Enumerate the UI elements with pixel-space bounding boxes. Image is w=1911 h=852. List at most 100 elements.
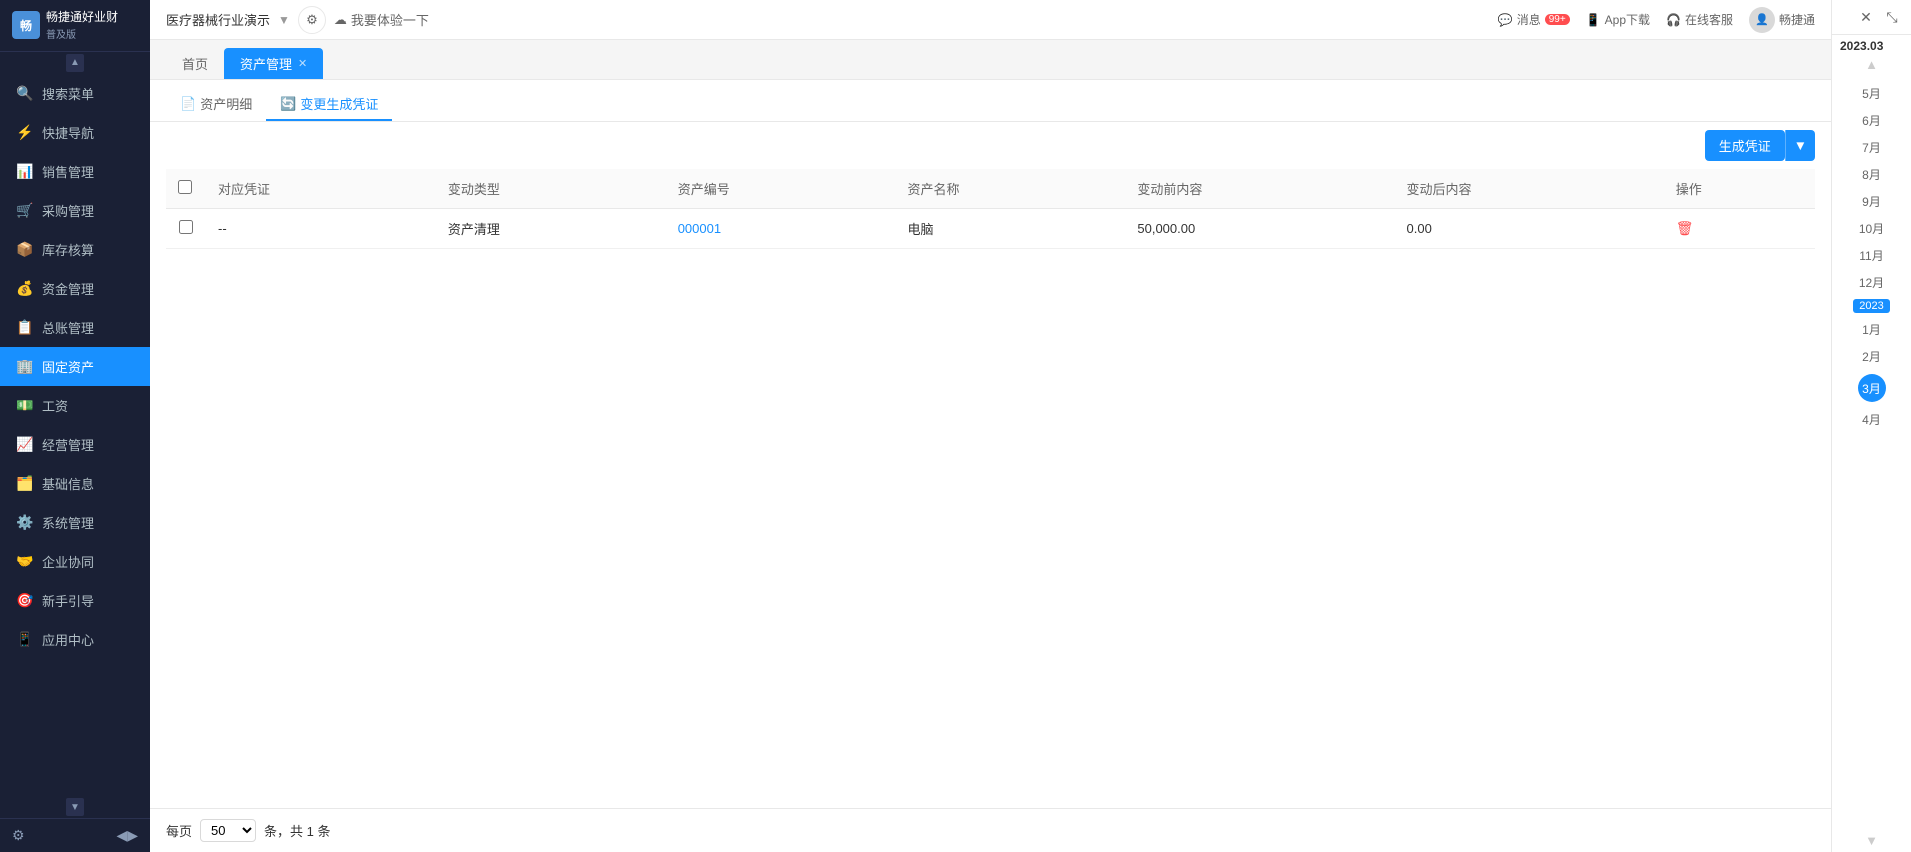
timeline-month[interactable]: 12月: [1832, 269, 1911, 296]
table-row: -- 资产清理 000001 电脑 50,000.00 0.00 🗑: [166, 209, 1815, 249]
sidebar: 畅 畅捷通好业财 普及版 ▲ 🔍 搜索菜单 ⚡ 快捷导航 📊 销售管理 🛒 采购…: [0, 0, 150, 852]
delete-row-btn-0[interactable]: 🗑: [1676, 220, 1694, 236]
logo-text-group: 畅捷通好业财 普及版: [46, 10, 118, 41]
sidebar-item-payroll[interactable]: 💵 工资: [0, 386, 150, 425]
online-service-btn[interactable]: 🎧 在线客服: [1666, 11, 1733, 28]
timeline-month[interactable]: 1月: [1832, 316, 1911, 343]
sidebar-item-app-center[interactable]: 📱 应用中心: [0, 620, 150, 659]
sidebar-label-operations: 经营管理: [42, 435, 94, 454]
sub-tab-asset-detail[interactable]: 📄资产明细: [166, 88, 266, 121]
sidebar-icon-fixed-assets: 🏢: [16, 357, 34, 375]
service-icon: 🎧: [1666, 13, 1681, 27]
timeline-month[interactable]: 11月: [1832, 242, 1911, 269]
per-page-select[interactable]: 102050100: [200, 819, 256, 842]
sidebar-icon-capital: 💰: [16, 279, 34, 297]
settings-button[interactable]: ⚙: [298, 6, 326, 34]
data-table-container: 对应凭证变动类型资产编号资产名称变动前内容变动后内容操作 -- 资产清理 000…: [150, 169, 1831, 808]
timeline-month[interactable]: 10月: [1832, 215, 1911, 242]
pagination-bar: 每页 102050100 条，共 1 条: [150, 808, 1831, 852]
tab-home[interactable]: 首页: [166, 48, 224, 79]
timeline-month[interactable]: 8月: [1832, 161, 1911, 188]
username: 畅捷通: [1779, 11, 1815, 28]
collapse-icon[interactable]: ◀▶: [116, 827, 138, 844]
sidebar-icon-purchase: 🛒: [16, 201, 34, 219]
sidebar-scroll-up[interactable]: ▲: [66, 54, 84, 72]
sidebar-item-system[interactable]: ⚙️ 系统管理: [0, 503, 150, 542]
sidebar-item-capital[interactable]: 💰 资金管理: [0, 269, 150, 308]
sidebar-label-fixed-assets: 固定资产: [42, 357, 94, 376]
close-panel-icon[interactable]: ✕: [1855, 6, 1877, 28]
col-header-after-change: 变动后内容: [1395, 169, 1664, 209]
sidebar-item-operations[interactable]: 📈 经营管理: [0, 425, 150, 464]
sub-tab-change-voucher[interactable]: 🔄变更生成凭证: [266, 88, 392, 121]
timeline-month[interactable]: 2月: [1832, 343, 1911, 370]
sidebar-label-system: 系统管理: [42, 513, 94, 532]
row-asset-name-0: 电脑: [896, 209, 1126, 249]
generate-voucher-button[interactable]: 生成凭证: [1705, 130, 1785, 161]
header-right: 💬 消息 99+ 📱 App下载 🎧 在线客服 👤 畅捷通: [1498, 7, 1815, 33]
timeline-year-label: 2023.03: [1832, 39, 1911, 53]
notifications-btn[interactable]: 💬 消息 99+: [1498, 11, 1570, 28]
timeline-month[interactable]: 9月: [1832, 188, 1911, 215]
row-after-change-0: 0.00: [1395, 209, 1664, 249]
settings-icon[interactable]: ⚙: [12, 827, 25, 844]
sub-tab-icon-change-voucher: 🔄: [280, 96, 296, 112]
timeline-panel: ✕ ⤡ 2023.03 ▲ 5月6月7月8月9月10月11月12月 2023 1月2…: [1831, 0, 1911, 852]
user-menu[interactable]: 👤 畅捷通: [1749, 7, 1815, 33]
notifications-badge: 99+: [1545, 14, 1570, 25]
sidebar-icon-guide: 🎯: [16, 591, 34, 609]
row-action-0: 🗑: [1664, 209, 1815, 249]
row-checkbox-0[interactable]: [179, 220, 193, 234]
timeline-year-node[interactable]: 2023: [1853, 299, 1889, 313]
sidebar-item-quick-nav[interactable]: ⚡ 快捷导航: [0, 113, 150, 152]
sub-tab-label-change-voucher: 变更生成凭证: [300, 94, 378, 113]
sidebar-icon-ledger: 📋: [16, 318, 34, 336]
sidebar-icon-enterprise: 🤝: [16, 552, 34, 570]
timeline-header: ✕ ⤡: [1832, 0, 1911, 35]
company-dropdown-icon[interactable]: ▼: [278, 13, 290, 27]
app-icon: 📱: [1586, 13, 1601, 27]
timeline-active-month[interactable]: 3月: [1858, 374, 1886, 402]
company-name: 医疗器械行业演示: [166, 10, 270, 29]
sidebar-item-sales[interactable]: 📊 销售管理: [0, 152, 150, 191]
sidebar-item-fixed-assets[interactable]: 🏢 固定资产: [0, 347, 150, 386]
experience-tip[interactable]: ☁ 我要体验一下: [334, 10, 429, 29]
timeline-month[interactable]: 4月: [1832, 406, 1911, 433]
sidebar-item-guide[interactable]: 🎯 新手引导: [0, 581, 150, 620]
sidebar-icon-app-center: 📱: [16, 630, 34, 648]
sidebar-label-app-center: 应用中心: [42, 630, 94, 649]
col-header-voucher: 对应凭证: [206, 169, 436, 209]
sidebar-item-inventory[interactable]: 📦 库存核算: [0, 230, 150, 269]
tab-close-asset-mgmt[interactable]: ✕: [298, 57, 307, 70]
generate-voucher-dropdown[interactable]: ▼: [1785, 130, 1815, 161]
select-all-checkbox[interactable]: [178, 180, 192, 194]
sidebar-logo: 畅 畅捷通好业财 普及版: [0, 0, 150, 52]
timeline-month[interactable]: 7月: [1832, 134, 1911, 161]
sidebar-icon-sales: 📊: [16, 162, 34, 180]
row-asset-no-0[interactable]: 000001: [666, 209, 896, 249]
sidebar-item-search[interactable]: 🔍 搜索菜单: [0, 74, 150, 113]
app-download-btn[interactable]: 📱 App下载: [1586, 11, 1650, 28]
main-area: 医疗器械行业演示 ▼ ⚙ ☁ 我要体验一下 💬 消息 99+ 📱 App下载 🎧…: [150, 0, 1831, 852]
total-label: 条，共 1 条: [264, 821, 330, 840]
sidebar-item-basic-info[interactable]: 🗂️ 基础信息: [0, 464, 150, 503]
sidebar-item-enterprise[interactable]: 🤝 企业协同: [0, 542, 150, 581]
per-page-label: 每页: [166, 821, 192, 840]
timeline-scroll-down[interactable]: ▼: [1832, 829, 1911, 852]
sidebar-item-purchase[interactable]: 🛒 采购管理: [0, 191, 150, 230]
expand-panel-icon[interactable]: ⤡: [1881, 6, 1903, 28]
tab-asset-mgmt[interactable]: 资产管理✕: [224, 48, 323, 79]
col-header-action: 操作: [1664, 169, 1815, 209]
sidebar-bottom: ⚙ ◀▶: [0, 818, 150, 852]
timeline-month[interactable]: 5月: [1832, 80, 1911, 107]
sidebar-icon-quick-nav: ⚡: [16, 123, 34, 141]
header-left: 医疗器械行业演示 ▼ ⚙ ☁ 我要体验一下: [166, 6, 429, 34]
col-header-before-change: 变动前内容: [1125, 169, 1394, 209]
sidebar-label-quick-nav: 快捷导航: [42, 123, 94, 142]
data-table: 对应凭证变动类型资产编号资产名称变动前内容变动后内容操作 -- 资产清理 000…: [166, 169, 1815, 249]
sidebar-item-ledger[interactable]: 📋 总账管理: [0, 308, 150, 347]
tab-bar: 首页资产管理✕: [150, 40, 1831, 80]
timeline-scroll-up[interactable]: ▲: [1832, 53, 1911, 76]
timeline-month[interactable]: 6月: [1832, 107, 1911, 134]
sidebar-scroll-down[interactable]: ▼: [66, 798, 84, 816]
